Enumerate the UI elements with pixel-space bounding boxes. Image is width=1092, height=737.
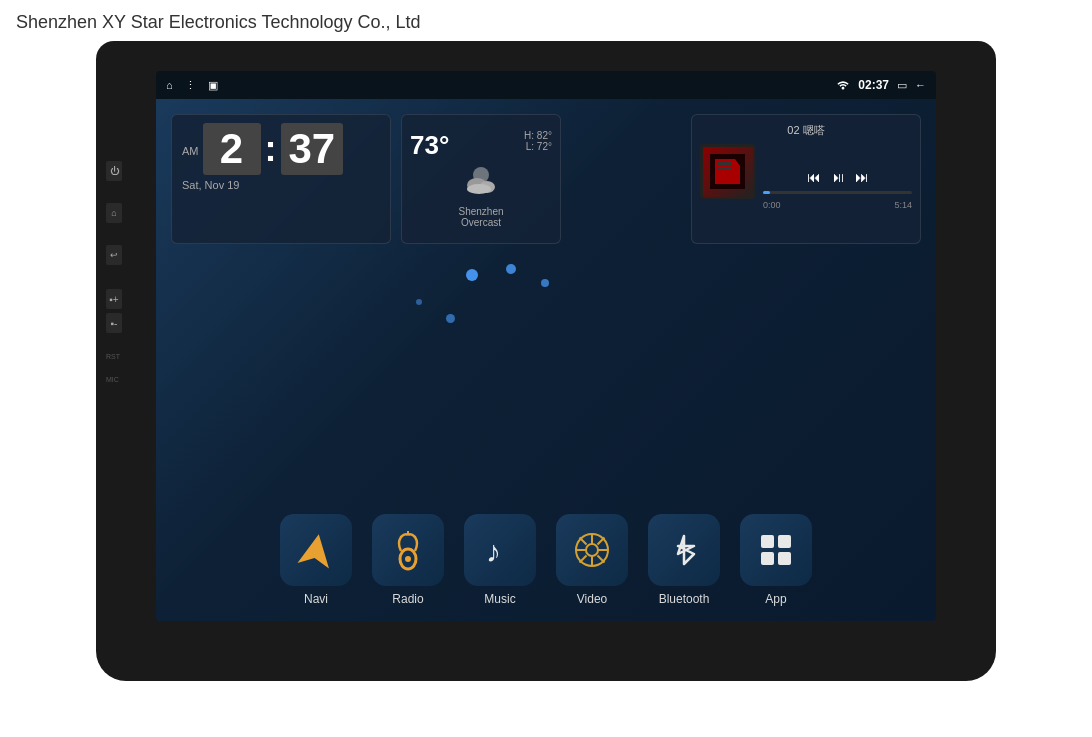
svg-marker-7 [297,531,334,568]
status-bar: ⌂ ⋮ ▣ 02:37 ▭ ← [156,71,936,99]
mic-label: MIC [106,376,122,383]
music-buttons[interactable]: ⏮ ⏯ ⏭ [763,169,912,185]
weather-temp: 73° [410,130,449,161]
music-progress [763,191,912,194]
app-radio[interactable]: Radio [372,514,444,606]
app-music-label: Music [484,592,515,606]
clock-date: Sat, Nov 19 [172,175,390,195]
home-status-icon[interactable]: ⌂ [166,79,173,91]
app-radio-label: Radio [392,592,423,606]
clock-ampm: AM [182,145,199,157]
weather-icon [461,165,501,202]
screen-status-icon[interactable]: ▣ [208,79,218,92]
svg-point-9 [405,556,411,562]
menu-status-icon[interactable]: ⋮ [185,79,196,92]
app-video-label: Video [577,592,607,606]
page-title: Shenzhen XY Star Electronics Technology … [0,0,1092,41]
app-navi-label: Navi [304,592,328,606]
svg-rect-25 [778,552,791,565]
weather-condition: Overcast [461,217,501,228]
app-app[interactable]: App [740,514,812,606]
back-button[interactable]: ↩ [106,245,122,265]
clock-colon: : [265,128,277,170]
svg-rect-24 [761,552,774,565]
weather-low: L: 72° [524,141,552,152]
svg-rect-6 [718,167,732,170]
battery-icon: ▭ [897,79,907,92]
svg-rect-5 [718,162,732,165]
app-bluetooth[interactable]: Bluetooth [648,514,720,606]
car-unit: ⏻ ⌂ ↩ ▪+ ▪- RST MIC ⌂ [96,41,996,681]
status-time: 02:37 [858,78,889,92]
vol-up-button[interactable]: ▪+ [106,289,122,309]
app-video[interactable]: Video [556,514,628,606]
left-controls: ⏻ ⌂ ↩ ▪+ ▪- RST MIC [106,161,122,383]
music-time-current: 0:00 [763,200,781,210]
svg-point-3 [467,184,491,194]
wifi-icon [836,78,850,92]
weather-high: H: 82° [524,130,552,141]
app-grid: Navi Radio [156,514,936,606]
svg-line-18 [580,538,587,545]
music-album-art [700,144,755,199]
app-navi[interactable]: Navi [280,514,352,606]
app-bluetooth-label: Bluetooth [659,592,710,606]
power-button[interactable]: ⏻ [106,161,122,181]
app-music[interactable]: ♪ Music [464,514,536,606]
svg-rect-22 [761,535,774,548]
weather-city: Shenzhen [458,206,503,217]
app-app-label: App [765,592,786,606]
svg-line-20 [598,538,605,545]
prev-button[interactable]: ⏮ [807,169,821,185]
weather-widget: 73° H: 82° L: 72° [401,114,561,244]
svg-point-13 [586,544,598,556]
clock-hour: 2 [203,123,261,175]
svg-text:♪: ♪ [486,535,501,568]
music-time-total: 5:14 [894,200,912,210]
music-track-title: 02 嗯嗒 [700,123,912,138]
rst-label: RST [106,353,122,360]
music-widget: 02 嗯嗒 [691,114,921,244]
svg-line-19 [598,556,605,563]
clock-minute: 37 [281,123,344,175]
svg-line-21 [580,556,587,563]
decorative-dots [386,259,586,339]
vol-down-button[interactable]: ▪- [106,313,122,333]
home-button[interactable]: ⌂ [106,203,122,223]
clock-widget: AM 2 : 37 Sat, Nov 19 [171,114,391,244]
play-pause-button[interactable]: ⏯ [831,169,845,185]
svg-rect-23 [778,535,791,548]
screen: ⌂ ⋮ ▣ 02:37 ▭ ← [156,71,936,621]
next-button[interactable]: ⏭ [855,169,869,185]
back-status-icon[interactable]: ← [915,79,926,91]
